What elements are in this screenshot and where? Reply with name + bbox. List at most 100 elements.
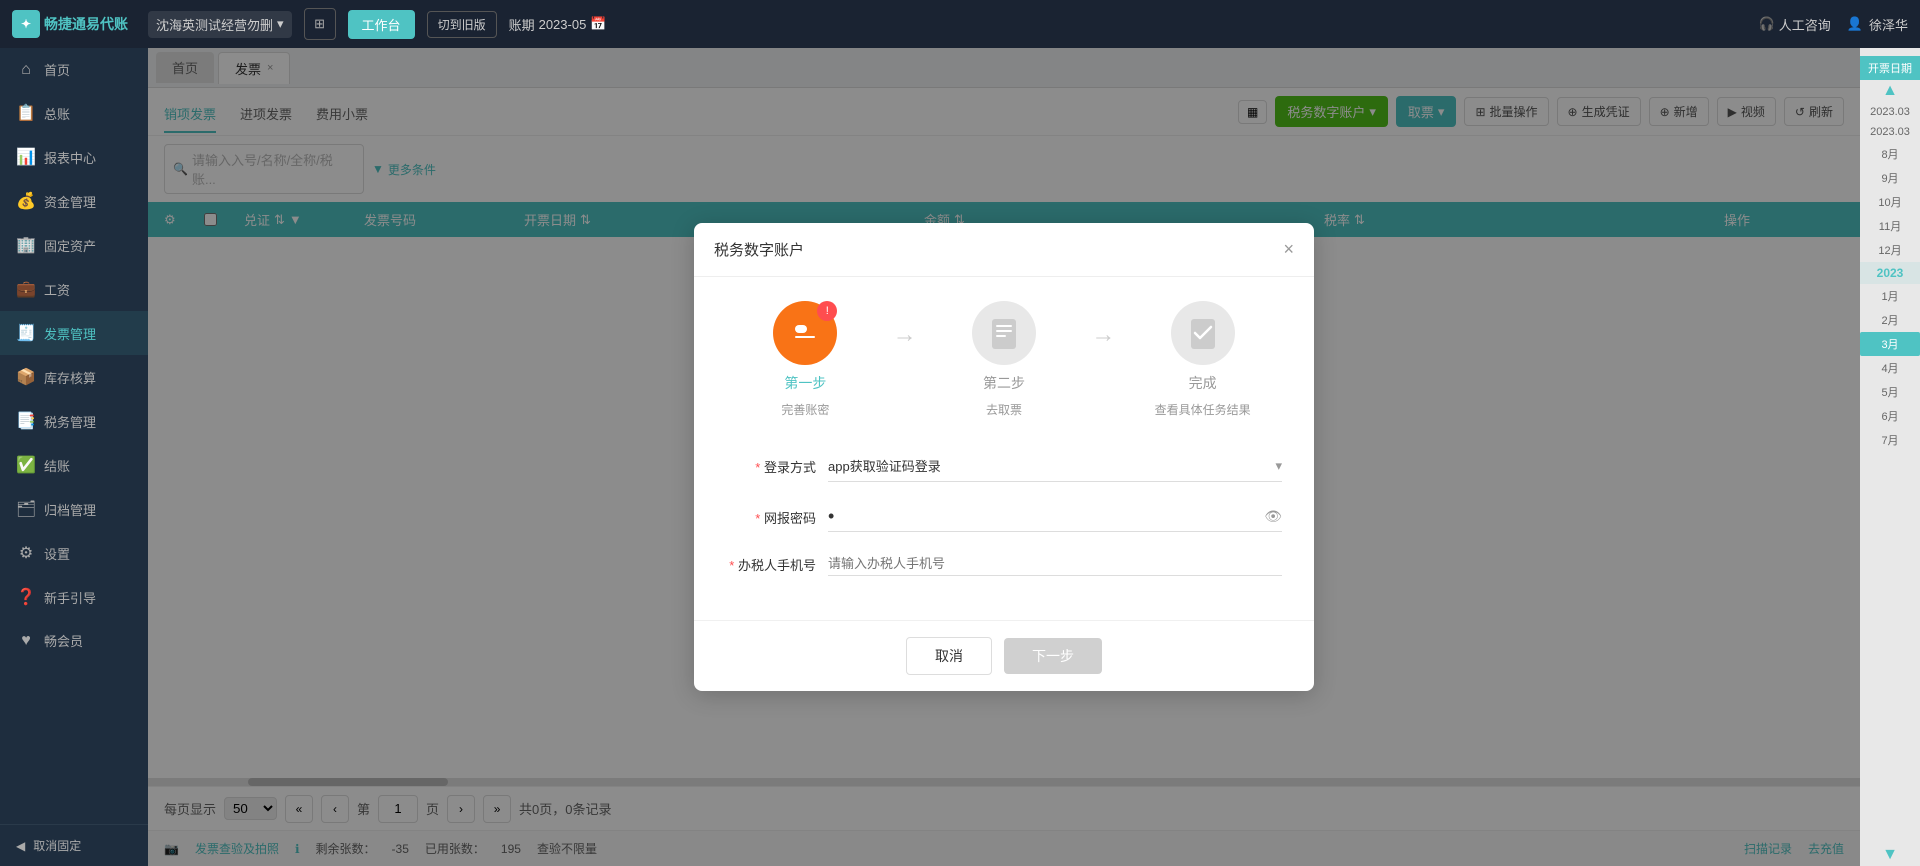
month-8[interactable]: 8月 (1860, 142, 1920, 166)
tax-icon: 📑 (16, 411, 36, 431)
step-1-label: 第一步 (784, 373, 826, 393)
month-12[interactable]: 12月 (1860, 238, 1920, 262)
sidebar-item-salary[interactable]: 💼 工资 (0, 267, 148, 311)
modal-footer: 取消 下一步 (694, 620, 1314, 691)
month-2023-03-header[interactable]: 2023.03 (1860, 102, 1920, 122)
month-2[interactable]: 2月 (1860, 308, 1920, 332)
month-11[interactable]: 11月 (1860, 214, 1920, 238)
step-arrow-2: → (1083, 321, 1123, 349)
step-3-desc: 查看具体任务结果 (1155, 401, 1251, 418)
month-6[interactable]: 6月 (1860, 404, 1920, 428)
salary-icon: 💼 (16, 279, 36, 299)
login-method-select[interactable]: app获取验证码登录 ▾ (828, 450, 1282, 482)
login-method-label: * 登录方式 (726, 457, 816, 476)
month-9[interactable]: 9月 (1860, 166, 1920, 190)
sidebar-item-funds[interactable]: 💰 资金管理 (0, 179, 148, 223)
member-icon: ♥ (16, 632, 36, 650)
reports-icon: 📊 (16, 147, 36, 167)
assets-icon: 🏢 (16, 235, 36, 255)
top-right: 🎧 人工咨询 👤 徐泽华 (1759, 15, 1908, 34)
chevron-down-icon: ▾ (1275, 458, 1282, 474)
calendar-icon[interactable]: 📅 (590, 16, 606, 32)
eye-icon[interactable]: 👁 (1264, 508, 1282, 525)
modal-body: ! 第一步 完善账密 → (694, 277, 1314, 620)
panel-nav-down[interactable]: ▼ (1880, 844, 1900, 866)
guide-icon: ❓ (16, 587, 36, 607)
modal-title: 税务数字账户 (714, 239, 804, 260)
month-10[interactable]: 10月 (1860, 190, 1920, 214)
sidebar: ⌂ 首页 📋 总账 📊 报表中心 💰 资金管理 🏢 固定资产 💼 工资 (0, 48, 148, 866)
sidebar-item-closing[interactable]: ✅ 结账 (0, 443, 148, 487)
arrow-left-icon: ◀ (16, 839, 25, 853)
password-row: * 网报密码 👁 (726, 502, 1282, 532)
step-3: 完成 查看具体任务结果 (1123, 301, 1282, 418)
sidebar-item-archive[interactable]: 🗂 归档管理 (0, 487, 148, 531)
tax-account-modal: 税务数字账户 × (694, 223, 1314, 691)
year-2023: 2023 (1860, 262, 1920, 284)
settings-icon: ⚙ (16, 543, 36, 563)
step-1: ! 第一步 完善账密 (726, 301, 885, 418)
phone-input[interactable] (828, 556, 1282, 571)
step-3-icon-wrap (1171, 301, 1235, 365)
sidebar-item-member[interactable]: ♥ 畅会员 (0, 619, 148, 662)
sidebar-item-invoice[interactable]: 🧾 发票管理 (0, 311, 148, 355)
step-3-icon (1171, 301, 1235, 365)
sidebar-item-guide[interactable]: ❓ 新手引导 (0, 575, 148, 619)
step-2-icon (972, 301, 1036, 365)
login-method-row: * 登录方式 app获取验证码登录 ▾ (726, 450, 1282, 482)
step-2-icon-wrap (972, 301, 1036, 365)
modal-header: 税务数字账户 × (694, 223, 1314, 277)
password-input-wrap: 👁 (828, 502, 1282, 532)
company-selector[interactable]: 沈海英测试经营勿删 ▾ (148, 11, 292, 38)
service-button[interactable]: 🎧 人工咨询 (1759, 15, 1831, 34)
panel-nav-up[interactable]: ▲ (1880, 80, 1900, 102)
switch-version-button[interactable]: 切到旧版 (427, 11, 497, 38)
phone-label: * 办税人手机号 (726, 555, 816, 574)
step-arrow-1: → (885, 321, 925, 349)
phone-input-wrap (828, 552, 1282, 576)
user-icon: 👤 (1847, 16, 1863, 32)
ledger-icon: 📋 (16, 103, 36, 123)
month-3-current[interactable]: 3月 (1860, 332, 1920, 356)
modal-overlay: 税务数字账户 × (148, 48, 1860, 866)
content-area: 首页 发票 × 销项发票 进项发票 费用小票 ▦ (148, 48, 1860, 866)
step-2-label: 第二步 (983, 373, 1025, 393)
step-1-badge: ! (817, 301, 837, 321)
funds-icon: 💰 (16, 191, 36, 211)
next-step-button[interactable]: 下一步 (1004, 638, 1102, 674)
app-logo: ✦ 畅捷通易代账 (12, 10, 128, 38)
sidebar-item-inventory[interactable]: 📦 库存核算 (0, 355, 148, 399)
phone-row: * 办税人手机号 (726, 552, 1282, 576)
password-label: * 网报密码 (726, 508, 816, 527)
step-2: 第二步 去取票 (925, 301, 1084, 418)
step-1-desc: 完善账密 (781, 401, 829, 418)
logo-icon: ✦ (12, 10, 40, 38)
user-menu[interactable]: 👤 徐泽华 (1847, 15, 1908, 34)
cancel-button[interactable]: 取消 (906, 637, 992, 675)
steps: ! 第一步 完善账密 → (726, 301, 1282, 418)
sidebar-item-settings[interactable]: ⚙ 设置 (0, 531, 148, 575)
step-2-desc: 去取票 (986, 401, 1022, 418)
open-date-header[interactable]: 开票日期 (1860, 56, 1920, 80)
sidebar-item-assets[interactable]: 🏢 固定资产 (0, 223, 148, 267)
month-5[interactable]: 5月 (1860, 380, 1920, 404)
sidebar-item-home[interactable]: ⌂ 首页 (0, 48, 148, 91)
inventory-icon: 📦 (16, 367, 36, 387)
cancel-fixed-button[interactable]: ◀ 取消固定 (0, 824, 148, 866)
sidebar-item-ledger[interactable]: 📋 总账 (0, 91, 148, 135)
right-panel: 开票日期 ▲ 2023.03 2023.03 8月 9月 10月 11月 12月… (1860, 48, 1920, 866)
period-info: 账期 2023-05 📅 (509, 15, 607, 34)
company-action-icon[interactable]: ⊞ (304, 8, 336, 40)
sidebar-item-reports[interactable]: 📊 报表中心 (0, 135, 148, 179)
month-4[interactable]: 4月 (1860, 356, 1920, 380)
modal-close-button[interactable]: × (1283, 239, 1294, 260)
headset-icon: 🎧 (1759, 16, 1775, 32)
top-bar: ✦ 畅捷通易代账 沈海英测试经营勿删 ▾ ⊞ 工作台 切到旧版 账期 2023-… (0, 0, 1920, 48)
month-2023-03-header2[interactable]: 2023.03 (1860, 122, 1920, 142)
month-1[interactable]: 1月 (1860, 284, 1920, 308)
password-input[interactable] (828, 506, 1264, 527)
step-1-icon-wrap: ! (773, 301, 837, 365)
workspace-button[interactable]: 工作台 (348, 10, 415, 39)
month-7[interactable]: 7月 (1860, 428, 1920, 452)
sidebar-item-tax[interactable]: 📑 税务管理 (0, 399, 148, 443)
